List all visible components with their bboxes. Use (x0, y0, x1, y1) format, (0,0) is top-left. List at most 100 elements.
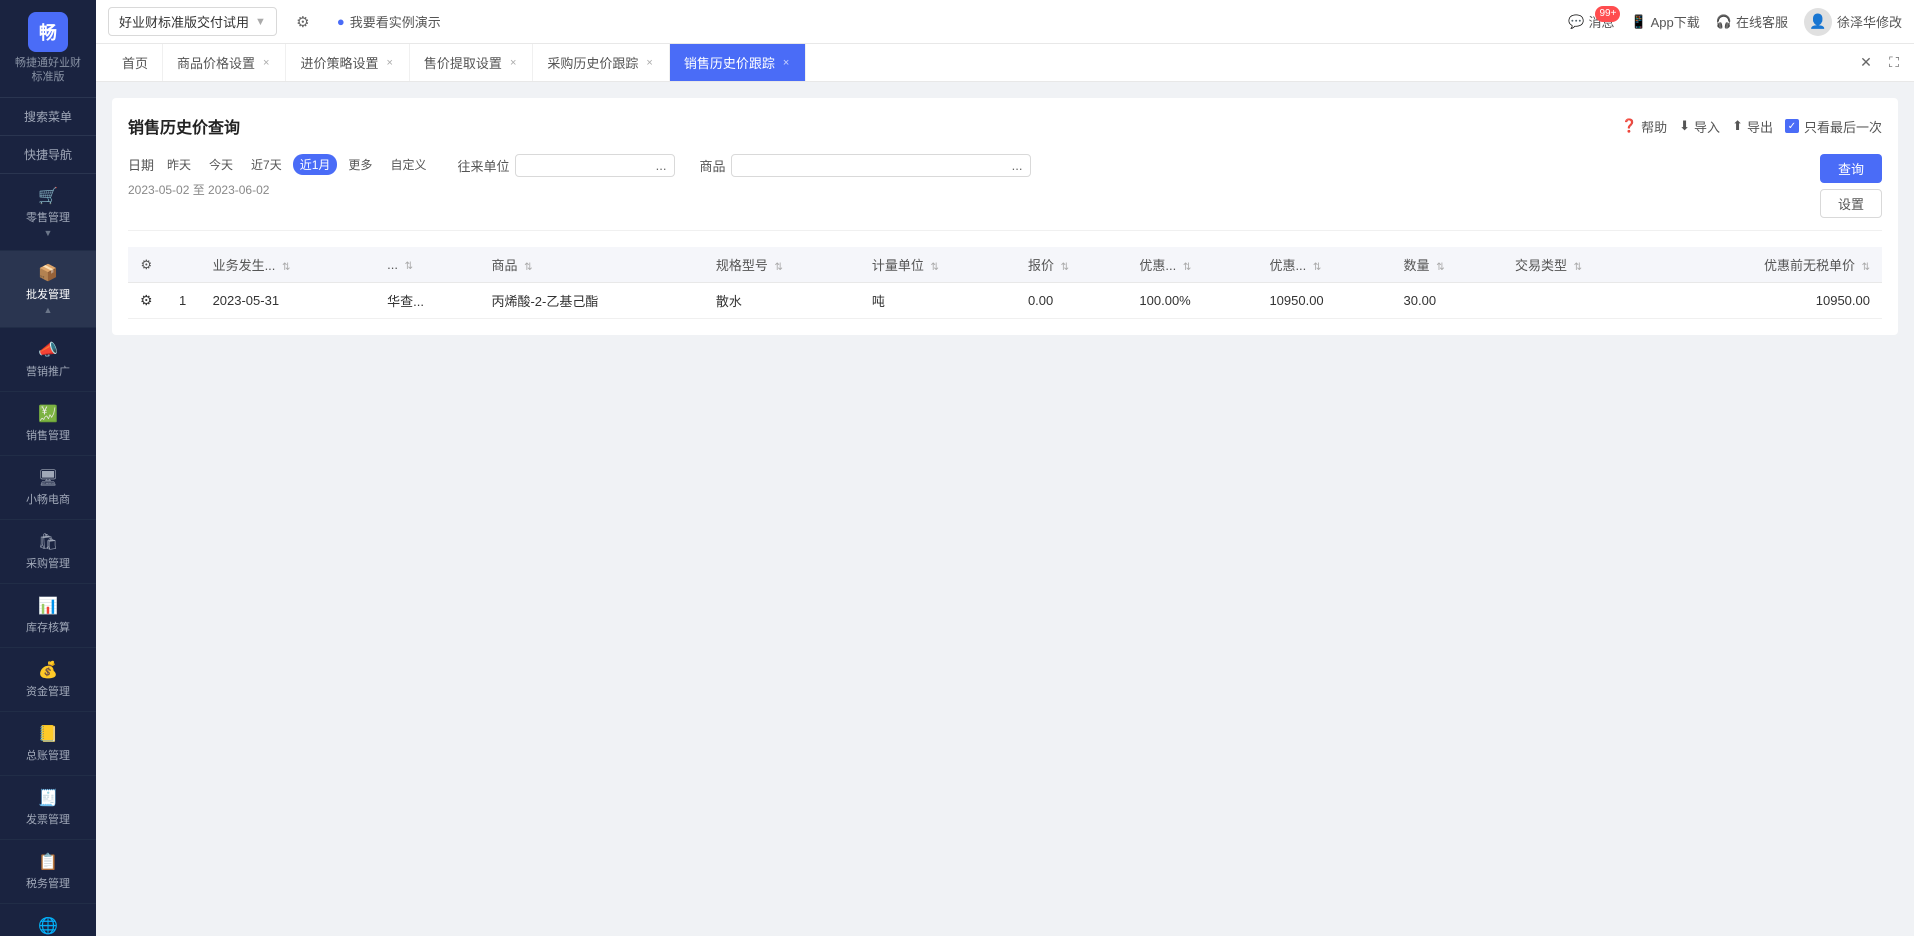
sort-icon-spec: ⇅ (774, 262, 782, 273)
sidebar-item-invoice[interactable]: 🧾 发票管理 (0, 776, 96, 840)
col-qty[interactable]: 数量 ⇅ (1392, 247, 1503, 283)
sidebar-item-retail[interactable]: 🛒 零售管理 ▼ (0, 174, 96, 251)
tab-sales-history[interactable]: 销售历史价跟踪 × (670, 44, 806, 82)
col-gear[interactable]: ⚙ (128, 247, 165, 283)
row-from-unit: 华查... (375, 283, 479, 319)
tab-close-button[interactable]: ✕ (1854, 51, 1878, 75)
sort-icon-biz-date: ⇅ (282, 262, 290, 273)
data-table: ⚙ 业务发生... ⇅ ... ⇅ 商品 (128, 247, 1882, 319)
online-service-button[interactable]: 🎧 在线客服 (1716, 12, 1788, 31)
sidebar-item-ecommerce[interactable]: 🌐 电商管理 (0, 904, 96, 936)
tab-purchase-strategy[interactable]: 进价策略设置 × (286, 44, 409, 82)
page-title: 销售历史价查询 (128, 114, 240, 138)
table-row: ⚙ 1 2023-05-31 华查... 丙烯酸-2-乙基己酯 散水 吨 0.0… (128, 283, 1882, 319)
tab-price-settings[interactable]: 商品价格设置 × (163, 44, 286, 82)
row-gear[interactable]: ⚙ (128, 283, 165, 319)
date-range-text: 2023-05-02 至 2023-06-02 (128, 181, 433, 198)
row-discount1: 100.00% (1127, 283, 1257, 319)
from-unit-filter-row: 往来单位 ... (457, 154, 675, 177)
sort-icon-more: ⇅ (405, 261, 413, 272)
col-product[interactable]: 商品 ⇅ (479, 247, 703, 283)
date-btn-more[interactable]: 更多 (341, 154, 379, 175)
col-num (165, 247, 201, 283)
tab-purchase-history[interactable]: 采购历史价跟踪 × (533, 44, 669, 82)
date-btn-1month[interactable]: 近1月 (293, 154, 338, 175)
app-icon: 📱 (1630, 14, 1646, 30)
col-spec[interactable]: 规格型号 ⇅ (704, 247, 860, 283)
query-button[interactable]: 查询 (1820, 154, 1882, 183)
col-discount1[interactable]: 优惠... ⇅ (1127, 247, 1257, 283)
topbar-settings-button[interactable]: ⚙ (289, 8, 317, 36)
from-unit-filter-group: 往来单位 ... (457, 154, 675, 177)
date-label: 日期 (128, 155, 154, 174)
product-selector[interactable]: 好业财标准版交付试用 ▼ (108, 7, 277, 36)
sidebar-item-wholesale[interactable]: 📦 批发管理 ▲ (0, 251, 96, 328)
tab-sale-extract[interactable]: 售价提取设置 × (410, 44, 533, 82)
row-discount2: 10950.00 (1257, 283, 1391, 319)
sidebar-item-finance[interactable]: 💰 资金管理 (0, 648, 96, 712)
col-price[interactable]: 报价 ⇅ (1016, 247, 1127, 283)
tab-close-purchase-strategy[interactable]: × (384, 56, 394, 70)
date-btn-7days[interactable]: 近7天 (244, 154, 289, 175)
sort-icon-price: ⇅ (1061, 262, 1069, 273)
filter-actions: 查询 设置 (1820, 154, 1882, 218)
sidebar-item-tax[interactable]: 📋 税务管理 (0, 840, 96, 904)
date-btn-today[interactable]: 今天 (202, 154, 240, 175)
sidebar-item-inventory[interactable]: 📊 库存核算 (0, 584, 96, 648)
sidebar-search[interactable]: 搜索菜单 (0, 98, 96, 136)
product-input[interactable]: ... (731, 154, 1031, 177)
page-actions: ❓ 帮助 ⬇ 导入 ⬆ 导出 ✓ 只看最后一次 (1621, 117, 1882, 136)
date-btn-custom[interactable]: 自定义 (383, 154, 433, 175)
col-more[interactable]: ... ⇅ (375, 247, 479, 283)
message-badge: 99+ (1595, 6, 1620, 22)
tabs-bar: 首页 商品价格设置 × 进价策略设置 × 售价提取设置 × 采购历史价跟踪 × … (96, 44, 1914, 82)
product-filter-row: 商品 ... (699, 154, 1031, 177)
col-biz-date[interactable]: 业务发生... ⇅ (201, 247, 376, 283)
message-button[interactable]: 💬 消息 99+ (1568, 12, 1614, 31)
tab-home[interactable]: 首页 (108, 44, 163, 82)
from-unit-input[interactable]: ... (515, 154, 675, 177)
col-trade-type[interactable]: 交易类型 ⇅ (1503, 247, 1659, 283)
sort-icon-unit: ⇅ (931, 262, 939, 273)
tabs-controls: ✕ ⛶ (1846, 51, 1914, 75)
message-icon: 💬 (1568, 14, 1584, 30)
sidebar-item-sales[interactable]: 💹 销售管理 (0, 392, 96, 456)
tab-close-sales-history[interactable]: × (781, 56, 791, 70)
product-dots-button[interactable]: ... (1012, 158, 1023, 173)
help-button[interactable]: ❓ 帮助 (1621, 117, 1667, 136)
row-biz-date: 2023-05-31 (201, 283, 376, 319)
date-btn-yesterday[interactable]: 昨天 (160, 154, 198, 175)
user-menu-button[interactable]: 👤 徐泽华修改 (1804, 8, 1902, 36)
sidebar-logo[interactable]: 畅 畅捷通好业财 标准版 (0, 0, 96, 98)
tab-close-sale-extract[interactable]: × (508, 56, 518, 70)
row-pretax-price: 10950.00 (1659, 283, 1882, 319)
topbar-right: 💬 消息 99+ 📱 App下载 🎧 在线客服 👤 徐泽华修改 (1568, 8, 1902, 36)
from-unit-dots-button[interactable]: ... (656, 158, 667, 173)
import-button[interactable]: ⬇ 导入 (1679, 117, 1720, 136)
tab-close-price-settings[interactable]: × (261, 56, 271, 70)
tab-maximize-button[interactable]: ⛶ (1882, 51, 1906, 75)
date-filter-group: 日期 昨天 今天 近7天 近1月 更多 自定义 2023-05-02 至 202… (128, 154, 433, 198)
sidebar-item-ecommerce-small[interactable]: 🖥 小畅电商 (0, 456, 96, 520)
col-unit[interactable]: 计量单位 ⇅ (860, 247, 1016, 283)
page-card: 销售历史价查询 ❓ 帮助 ⬇ 导入 ⬆ 导出 ✓ (112, 98, 1898, 335)
demo-button[interactable]: ● 我要看实例演示 (337, 12, 441, 31)
col-discount2[interactable]: 优惠... ⇅ (1257, 247, 1391, 283)
row-spec: 散水 (704, 283, 860, 319)
sidebar-item-accounting[interactable]: 📒 总账管理 (0, 712, 96, 776)
only-last-checkbox[interactable]: ✓ (1785, 119, 1799, 133)
export-button[interactable]: ⬆ 导出 (1732, 117, 1773, 136)
sidebar-item-marketing[interactable]: 📣 营销推广 (0, 328, 96, 392)
finance-icon: 💰 (38, 660, 58, 680)
col-pretax-price[interactable]: 优惠前无税单价 ⇅ (1659, 247, 1882, 283)
app-download-button[interactable]: 📱 App下载 (1630, 12, 1699, 31)
sidebar-item-purchase[interactable]: 🛍 采购管理 (0, 520, 96, 584)
import-icon: ⬇ (1679, 118, 1690, 134)
settings-button[interactable]: 设置 (1820, 189, 1882, 218)
tab-close-purchase-history[interactable]: × (644, 56, 654, 70)
sort-icon-qty: ⇅ (1436, 262, 1444, 273)
only-last-checkbox-label[interactable]: ✓ 只看最后一次 (1785, 117, 1882, 136)
headset-icon: 🎧 (1716, 14, 1732, 30)
sidebar-quick-nav[interactable]: 快捷导航 (0, 136, 96, 174)
demo-icon: ● (337, 14, 345, 29)
